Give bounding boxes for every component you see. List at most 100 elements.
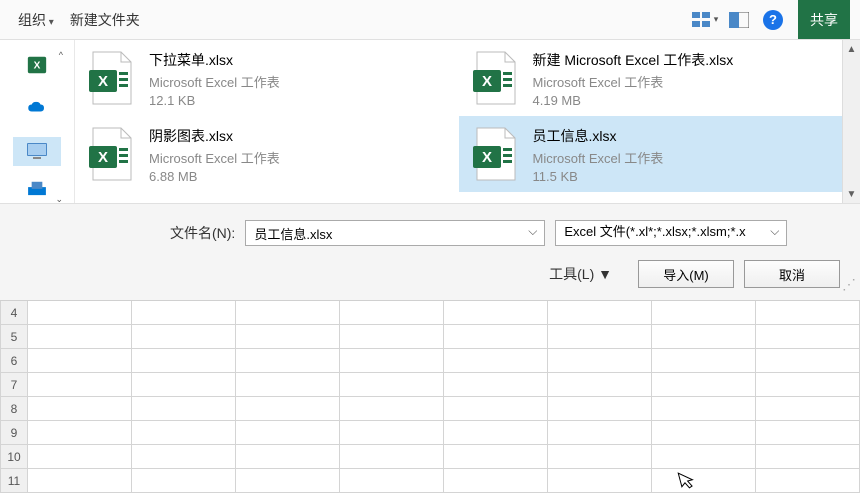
cell[interactable] <box>28 469 132 493</box>
file-size: 6.88 MB <box>149 169 280 184</box>
nav-thispc-icon[interactable] <box>13 137 61 166</box>
cell[interactable] <box>756 445 860 469</box>
cell[interactable] <box>756 421 860 445</box>
cell[interactable] <box>444 325 548 349</box>
cell[interactable] <box>548 421 652 445</box>
tools-menu[interactable]: 工具(L) ▼ <box>541 260 628 288</box>
cell[interactable] <box>28 349 132 373</box>
cell[interactable] <box>756 373 860 397</box>
cell[interactable] <box>340 325 444 349</box>
cell[interactable] <box>652 349 756 373</box>
scroll-down-icon[interactable]: ▼ <box>843 185 860 203</box>
cell[interactable] <box>340 469 444 493</box>
file-type: Microsoft Excel 工作表 <box>533 148 664 167</box>
resize-grip-icon[interactable]: ⋰ <box>842 280 854 292</box>
file-name: 下拉菜单.xlsx <box>149 50 280 70</box>
cell[interactable] <box>340 421 444 445</box>
cell[interactable] <box>132 397 236 421</box>
cell[interactable] <box>652 397 756 421</box>
cell[interactable] <box>548 301 652 325</box>
cancel-button[interactable]: 取消 <box>744 260 840 288</box>
file-item[interactable]: X 新建 Microsoft Excel 工作表.xlsx Microsoft … <box>459 40 843 116</box>
cell[interactable] <box>236 445 340 469</box>
cell[interactable] <box>132 373 236 397</box>
cell[interactable] <box>444 373 548 397</box>
file-browser: X ^ ⌄ X 下拉菜单.xlsx Microsoft Excel 工作表 12… <box>0 40 860 203</box>
cell[interactable] <box>652 421 756 445</box>
cell[interactable] <box>548 469 652 493</box>
cell[interactable] <box>132 325 236 349</box>
cell[interactable] <box>444 469 548 493</box>
cell[interactable] <box>236 421 340 445</box>
cell[interactable] <box>548 445 652 469</box>
cell[interactable] <box>444 445 548 469</box>
cell[interactable] <box>28 373 132 397</box>
cell[interactable] <box>444 397 548 421</box>
view-options-icon[interactable]: ▾ <box>691 6 719 34</box>
cell[interactable] <box>132 421 236 445</box>
cell[interactable] <box>652 445 756 469</box>
cell[interactable] <box>652 469 756 493</box>
filename-input[interactable] <box>245 220 545 246</box>
cell[interactable] <box>548 373 652 397</box>
cell[interactable] <box>132 349 236 373</box>
import-button[interactable]: 导入(M) <box>638 260 734 288</box>
row-header[interactable]: 9 <box>0 421 28 445</box>
file-item[interactable]: X 下拉菜单.xlsx Microsoft Excel 工作表 12.1 KB <box>75 40 459 116</box>
organize-menu[interactable]: 组织 <box>10 6 62 34</box>
cell[interactable] <box>236 301 340 325</box>
cell[interactable] <box>340 445 444 469</box>
cell[interactable] <box>28 421 132 445</box>
share-button[interactable]: 共享 <box>798 0 850 39</box>
cell[interactable] <box>444 421 548 445</box>
cell[interactable] <box>236 349 340 373</box>
cell[interactable] <box>548 397 652 421</box>
new-folder-button[interactable]: 新建文件夹 <box>62 6 148 34</box>
cell[interactable] <box>548 349 652 373</box>
cell[interactable] <box>444 301 548 325</box>
cell[interactable] <box>236 325 340 349</box>
row-header[interactable]: 11 <box>0 469 28 493</box>
scrollbar[interactable]: ▲ ▼ <box>842 40 860 203</box>
cell[interactable] <box>340 349 444 373</box>
nav-excel-icon[interactable]: X ^ <box>13 50 61 79</box>
cell[interactable] <box>236 373 340 397</box>
cell[interactable] <box>132 301 236 325</box>
row-header[interactable]: 5 <box>0 325 28 349</box>
cell[interactable] <box>340 373 444 397</box>
cell[interactable] <box>236 469 340 493</box>
scroll-up-icon[interactable]: ▲ <box>843 40 860 58</box>
cell[interactable] <box>340 397 444 421</box>
preview-pane-icon[interactable] <box>725 6 753 34</box>
cell[interactable] <box>28 325 132 349</box>
help-icon[interactable]: ? <box>759 6 787 34</box>
cell[interactable] <box>340 301 444 325</box>
cell[interactable] <box>652 373 756 397</box>
cell[interactable] <box>756 325 860 349</box>
cell[interactable] <box>444 349 548 373</box>
file-name: 员工信息.xlsx <box>533 126 664 146</box>
row-header[interactable]: 8 <box>0 397 28 421</box>
cell[interactable] <box>132 445 236 469</box>
cell[interactable] <box>28 445 132 469</box>
cell[interactable] <box>28 397 132 421</box>
row-header[interactable]: 6 <box>0 349 28 373</box>
nav-network-icon[interactable]: ⌄ <box>13 174 61 203</box>
cell[interactable] <box>756 469 860 493</box>
cell[interactable] <box>132 469 236 493</box>
cell[interactable] <box>28 301 132 325</box>
row-header[interactable]: 10 <box>0 445 28 469</box>
cell[interactable] <box>548 325 652 349</box>
row-header[interactable]: 4 <box>0 301 28 325</box>
cell[interactable] <box>236 397 340 421</box>
file-item-selected[interactable]: X 员工信息.xlsx Microsoft Excel 工作表 11.5 KB <box>459 116 843 192</box>
cell[interactable] <box>652 325 756 349</box>
row-header[interactable]: 7 <box>0 373 28 397</box>
cell[interactable] <box>652 301 756 325</box>
cell[interactable] <box>756 301 860 325</box>
file-type-filter[interactable]: Excel 文件(*.xl*;*.xlsx;*.xlsm;*.x <box>555 220 787 246</box>
cell[interactable] <box>756 349 860 373</box>
nav-onedrive-icon[interactable] <box>13 93 61 122</box>
file-item[interactable]: X 阴影图表.xlsx Microsoft Excel 工作表 6.88 MB <box>75 116 459 192</box>
cell[interactable] <box>756 397 860 421</box>
